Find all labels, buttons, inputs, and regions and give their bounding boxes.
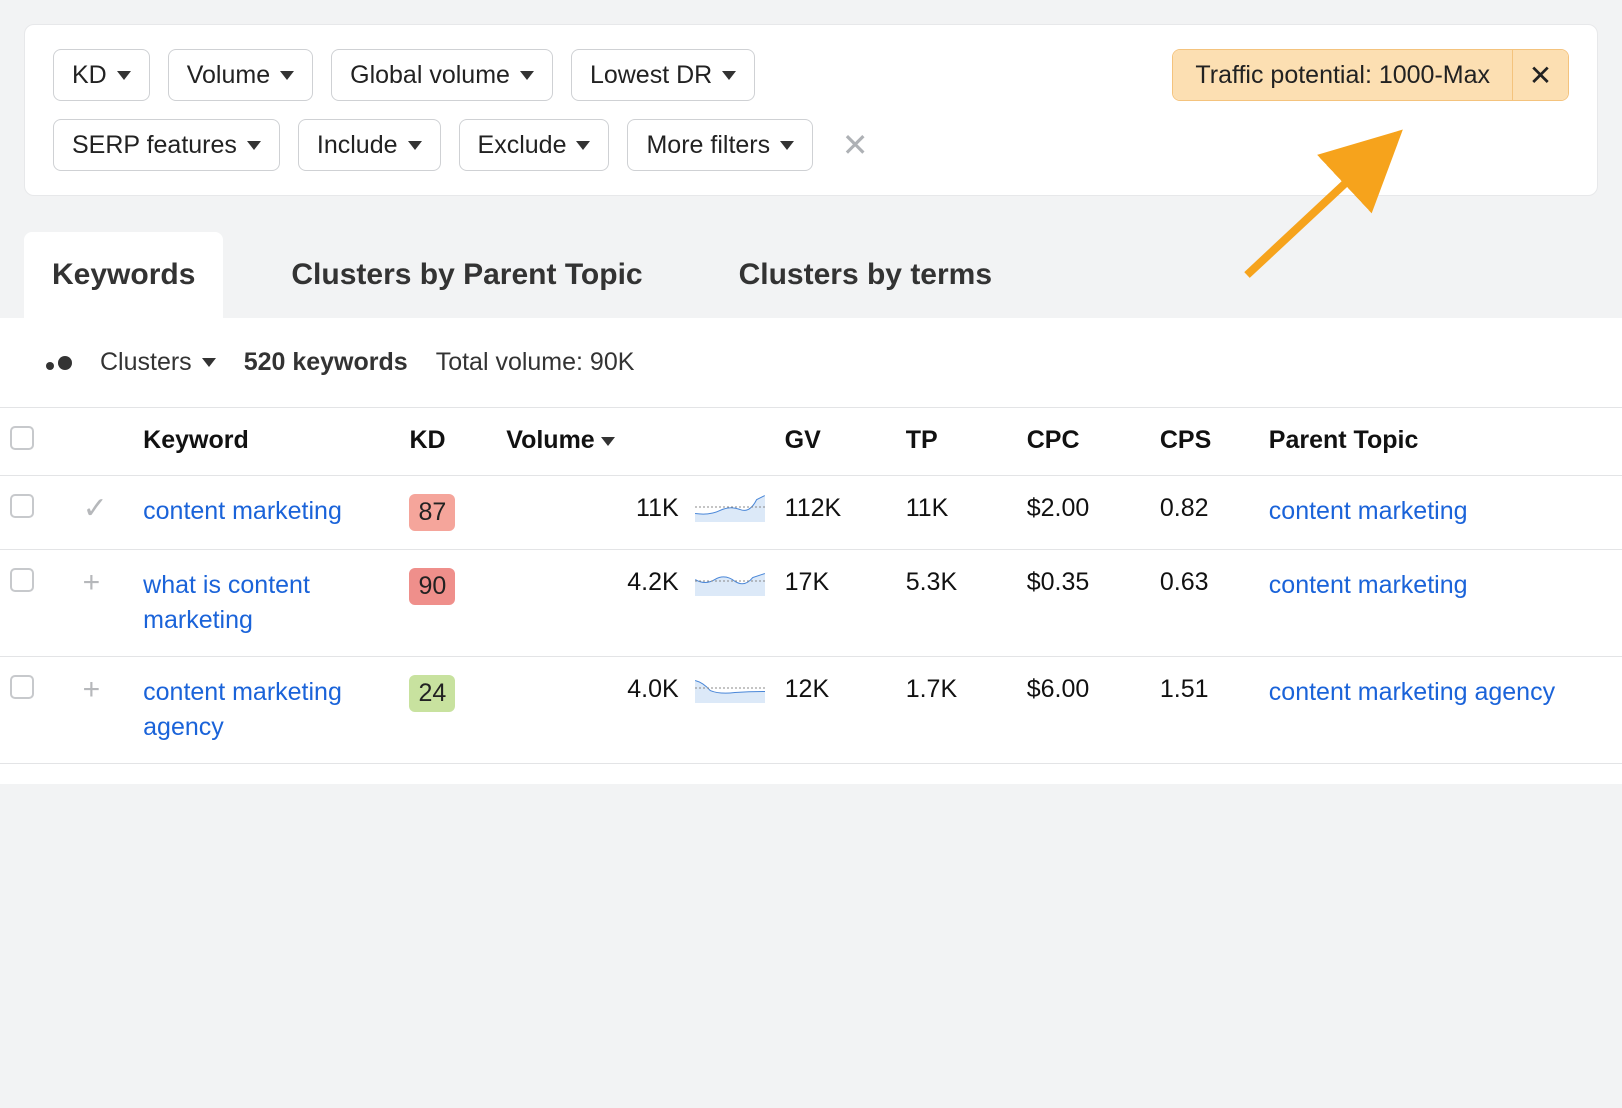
filter-include[interactable]: Include: [298, 119, 441, 171]
keyword-count: 520 keywords: [244, 348, 408, 377]
kd-badge: 87: [409, 494, 455, 531]
filter-label: KD: [72, 61, 107, 90]
table-row: + what is content marketing 90 4.2K 17K5.3K$…: [0, 550, 1622, 657]
column-volume[interactable]: Volume: [496, 408, 774, 476]
tabs: Keywords Clusters by Parent Topic Cluste…: [0, 196, 1622, 318]
sparkline-icon: [695, 494, 765, 529]
tab-label: Keywords: [52, 258, 195, 291]
cluster-icon: [46, 356, 72, 370]
keyword-link[interactable]: content marketing: [143, 494, 342, 529]
close-icon[interactable]: ✕: [1512, 50, 1568, 100]
check-icon[interactable]: ✓: [83, 492, 108, 525]
filter-label: Exclude: [478, 131, 567, 160]
volume-value: 4.2K: [627, 568, 678, 597]
cps-value: 0.63: [1150, 550, 1259, 657]
chevron-down-icon: [247, 141, 261, 150]
sort-desc-icon: [601, 437, 615, 446]
filter-label: More filters: [646, 131, 770, 160]
chevron-down-icon: [722, 71, 736, 80]
tp-value: 11K: [896, 476, 1017, 550]
parent-topic-link[interactable]: content marketing: [1269, 494, 1468, 529]
gv-value: 112K: [775, 476, 896, 550]
column-kd[interactable]: KD: [399, 408, 496, 476]
clear-filters-icon[interactable]: ✕: [835, 125, 875, 165]
filter-exclude[interactable]: Exclude: [459, 119, 610, 171]
filter-label: Lowest DR: [590, 61, 712, 90]
chevron-down-icon: [280, 71, 294, 80]
tab-clusters-parent[interactable]: Clusters by Parent Topic: [263, 232, 670, 318]
kd-badge: 24: [409, 675, 455, 712]
tab-clusters-terms[interactable]: Clusters by terms: [711, 232, 1020, 318]
table-header-row: Keyword KD Volume GV TP CPC CPS Parent T…: [0, 408, 1622, 476]
filter-label: Volume: [187, 61, 270, 90]
filter-global-volume[interactable]: Global volume: [331, 49, 553, 101]
chevron-down-icon: [576, 141, 590, 150]
keyword-link[interactable]: content marketing agency: [143, 675, 389, 745]
total-volume: Total volume: 90K: [436, 348, 635, 377]
parent-topic-link[interactable]: content marketing agency: [1269, 675, 1555, 710]
filter-volume[interactable]: Volume: [168, 49, 313, 101]
row-checkbox[interactable]: [10, 675, 34, 699]
summary-bar: Clusters 520 keywords Total volume: 90K: [0, 318, 1622, 407]
filter-serp-features[interactable]: SERP features: [53, 119, 280, 171]
row-checkbox[interactable]: [10, 568, 34, 592]
active-filter-label: Traffic potential: 1000-Max: [1173, 50, 1512, 100]
filter-more-filters[interactable]: More filters: [627, 119, 813, 171]
tab-label: Clusters by terms: [739, 258, 992, 291]
tp-value: 1.7K: [896, 657, 1017, 764]
filter-label: SERP features: [72, 131, 237, 160]
volume-value: 11K: [636, 494, 679, 523]
column-tp[interactable]: TP: [896, 408, 1017, 476]
tp-value: 5.3K: [896, 550, 1017, 657]
filter-lowest-dr[interactable]: Lowest DR: [571, 49, 755, 101]
chevron-down-icon: [780, 141, 794, 150]
plus-icon[interactable]: +: [83, 673, 101, 706]
chevron-down-icon: [520, 71, 534, 80]
column-expand: [73, 408, 134, 476]
column-cpc[interactable]: CPC: [1017, 408, 1150, 476]
row-checkbox[interactable]: [10, 494, 34, 518]
table-row: + content marketing agency 24 4.0K 12K1.7K$6…: [0, 657, 1622, 764]
sparkline-icon: [695, 675, 765, 710]
select-all-checkbox[interactable]: [10, 426, 34, 450]
volume-value: 4.0K: [627, 675, 678, 704]
table-row: ✓content marketing8711K112K11K$2.000.82c…: [0, 476, 1622, 550]
clusters-dropdown[interactable]: Clusters: [100, 348, 216, 377]
filters-panel: KD Volume Global volume Lowest DR Traffi…: [24, 24, 1598, 196]
active-filter-traffic-potential[interactable]: Traffic potential: 1000-Max ✕: [1172, 49, 1569, 101]
column-cps[interactable]: CPS: [1150, 408, 1259, 476]
keywords-table: Keyword KD Volume GV TP CPC CPS Parent T…: [0, 407, 1622, 764]
cpc-value: $6.00: [1017, 657, 1150, 764]
cpc-value: $0.35: [1017, 550, 1150, 657]
parent-topic-link[interactable]: content marketing: [1269, 568, 1468, 603]
tab-keywords[interactable]: Keywords: [24, 232, 223, 318]
column-checkbox: [0, 408, 73, 476]
keyword-link[interactable]: what is content marketing: [143, 568, 389, 638]
cps-value: 1.51: [1150, 657, 1259, 764]
kd-badge: 90: [409, 568, 455, 605]
filter-row-1: KD Volume Global volume Lowest DR Traffi…: [53, 49, 1569, 101]
cpc-value: $2.00: [1017, 476, 1150, 550]
clusters-label: Clusters: [100, 348, 192, 377]
chevron-down-icon: [202, 358, 216, 367]
plus-icon[interactable]: +: [83, 566, 101, 599]
column-keyword[interactable]: Keyword: [133, 408, 399, 476]
tab-label: Clusters by Parent Topic: [291, 258, 642, 291]
column-parent-topic[interactable]: Parent Topic: [1259, 408, 1622, 476]
column-gv[interactable]: GV: [775, 408, 896, 476]
cps-value: 0.82: [1150, 476, 1259, 550]
filter-row-2: SERP features Include Exclude More filte…: [53, 119, 1569, 171]
sparkline-icon: [695, 568, 765, 603]
gv-value: 12K: [775, 657, 896, 764]
filter-label: Include: [317, 131, 398, 160]
gv-value: 17K: [775, 550, 896, 657]
chevron-down-icon: [117, 71, 131, 80]
chevron-down-icon: [408, 141, 422, 150]
filter-kd[interactable]: KD: [53, 49, 150, 101]
filter-label: Global volume: [350, 61, 510, 90]
results-panel: Clusters 520 keywords Total volume: 90K …: [0, 318, 1622, 784]
